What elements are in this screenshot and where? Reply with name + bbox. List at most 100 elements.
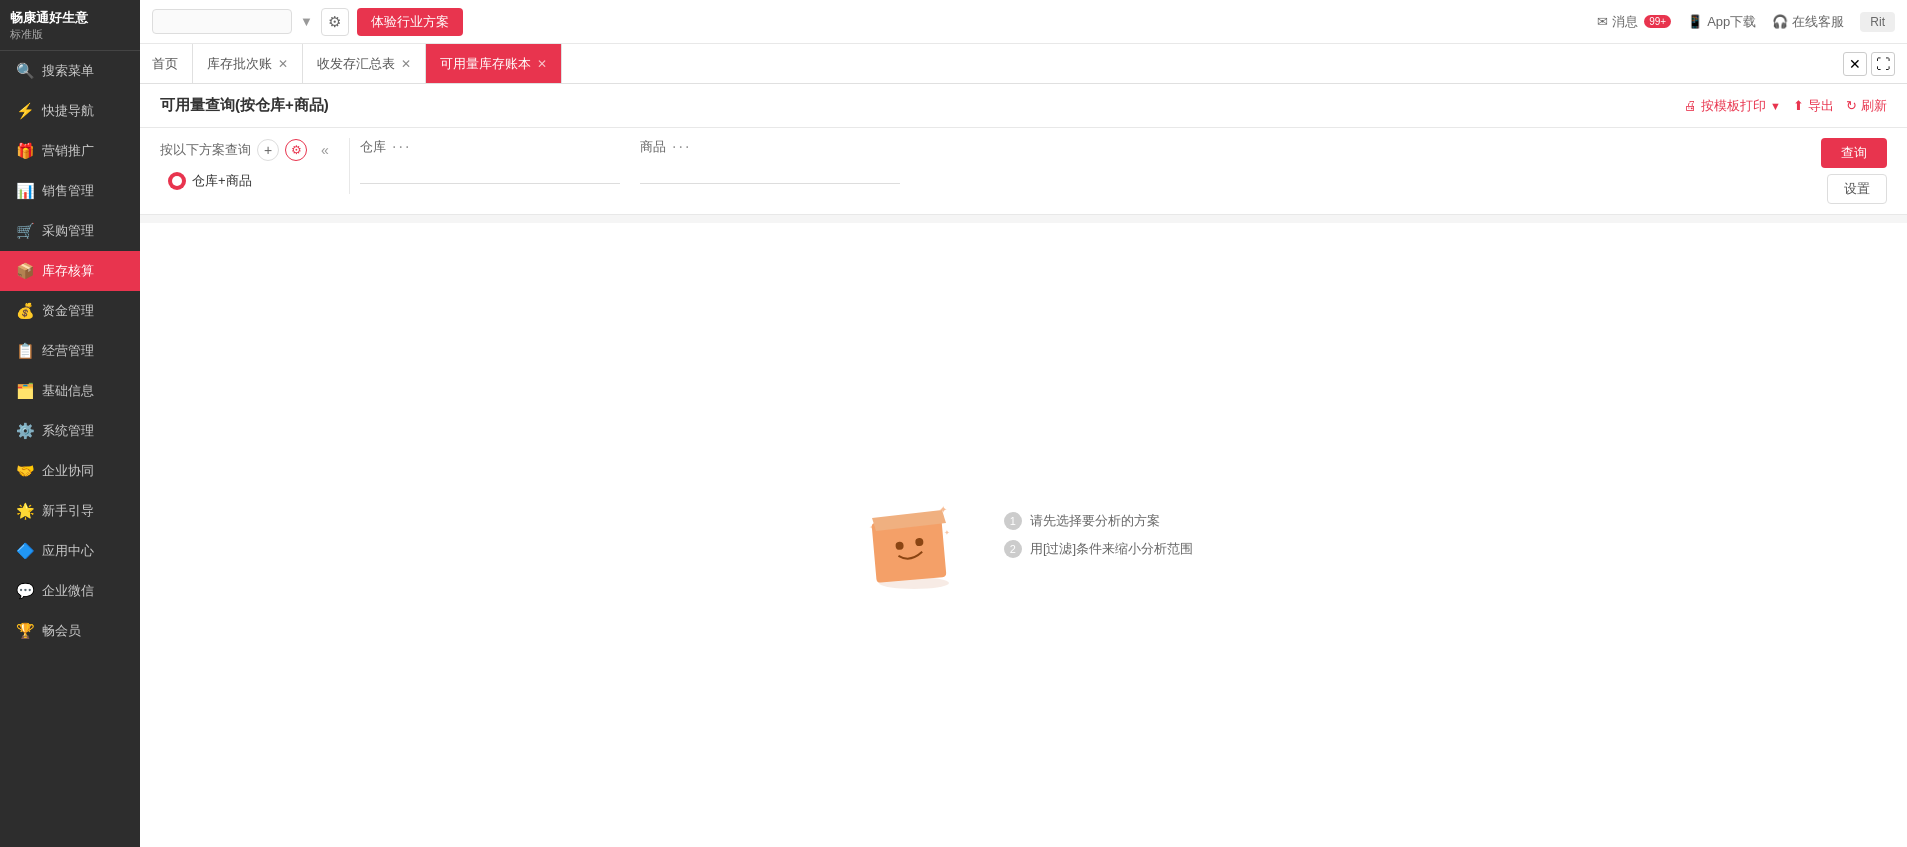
tabs-bar: 首页 库存批次账 ✕ 收发存汇总表 ✕ 可用量库存账本 ✕ ✕ ⛶ xyxy=(140,44,1907,84)
sidebar-item-search[interactable]: 🔍 搜索菜单 xyxy=(0,51,140,91)
tab-close-icon[interactable]: ✕ xyxy=(537,57,547,71)
app-download-btn[interactable]: 📱 App下载 xyxy=(1687,13,1756,31)
tab-label: 可用量库存账本 xyxy=(440,55,531,73)
hint-num-2: 2 xyxy=(1004,540,1022,558)
handshake-icon: 🤝 xyxy=(16,462,34,480)
sidebar-item-basic[interactable]: 🗂️ 基础信息 xyxy=(0,371,140,411)
printer-icon: 🖨 xyxy=(1684,98,1697,113)
star-icon: 🌟 xyxy=(16,502,34,520)
phone-icon: 📱 xyxy=(1687,14,1703,29)
tab-summary[interactable]: 收发存汇总表 ✕ xyxy=(303,44,426,83)
goods-col-header: 商品 ··· xyxy=(640,138,900,156)
filter-right-actions: 查询 设置 xyxy=(1821,138,1887,204)
sidebar-item-finance[interactable]: 💰 资金管理 xyxy=(0,291,140,331)
empty-hints: 1 请先选择要分析的方案 2 用[过滤]条件来缩小分析范围 xyxy=(1004,512,1193,558)
main-area: ▼ ⚙ 体验行业方案 ✉ 消息 99+ 📱 App下载 🎧 在线客服 Rit 首… xyxy=(140,0,1907,847)
scheme-settings-btn[interactable]: ⚙ xyxy=(285,139,307,161)
filter-schemes-panel: 按以下方案查询 + ⚙ « 仓库+商品 xyxy=(160,138,350,194)
sidebar-logo: 畅康通好生意 标准版 xyxy=(0,0,140,51)
sidebar-item-label: 基础信息 xyxy=(42,382,94,400)
folder-icon: 🗂️ xyxy=(16,382,34,400)
filter-settings-btn[interactable]: 设置 xyxy=(1827,174,1887,204)
sidebar-item-wechat[interactable]: 💬 企业微信 xyxy=(0,571,140,611)
message-label: 消息 xyxy=(1612,13,1638,31)
sidebar-item-label: 资金管理 xyxy=(42,302,94,320)
sidebar-item-member[interactable]: 🏆 畅会员 xyxy=(0,611,140,651)
export-icon: ⬆ xyxy=(1793,98,1804,113)
chevron-down-icon[interactable]: ▼ xyxy=(300,14,313,29)
add-scheme-btn[interactable]: + xyxy=(257,139,279,161)
tab-label: 库存批次账 xyxy=(207,55,272,73)
chevron-down-icon: ▼ xyxy=(1770,100,1781,112)
message-icon: ✉ xyxy=(1597,14,1608,29)
trophy-icon: 🏆 xyxy=(16,622,34,640)
industry-btn[interactable]: 体验行业方案 xyxy=(357,8,463,36)
warehouse-input[interactable] xyxy=(360,160,620,184)
search-input[interactable] xyxy=(152,9,292,34)
scheme-warehouse-goods[interactable]: 仓库+商品 xyxy=(160,168,337,194)
hint-text-2: 用[过滤]条件来缩小分析范围 xyxy=(1030,540,1193,558)
sidebar-item-marketing[interactable]: 🎁 营销推广 xyxy=(0,131,140,171)
empty-hint-2: 2 用[过滤]条件来缩小分析范围 xyxy=(1004,540,1193,558)
sidebar-item-system[interactable]: ⚙️ 系统管理 xyxy=(0,411,140,451)
warehouse-filter-col: 仓库 ··· xyxy=(360,138,620,184)
sidebar-item-onboard[interactable]: 🌟 新手引导 xyxy=(0,491,140,531)
expand-window-btn[interactable]: ⛶ xyxy=(1871,52,1895,76)
wechat-icon: 💬 xyxy=(16,582,34,600)
inventory-icon: 📦 xyxy=(16,262,34,280)
warehouse-label: 仓库 xyxy=(360,138,386,156)
brand-sub: 标准版 xyxy=(10,27,130,42)
page-header: 可用量查询(按仓库+商品) 🖨 按模板打印 ▼ ⬆ 导出 ↻ 刷新 xyxy=(140,84,1907,128)
sidebar-item-label: 应用中心 xyxy=(42,542,94,560)
app-download-label: App下载 xyxy=(1707,13,1756,31)
sidebar-item-purchase[interactable]: 🛒 采购管理 xyxy=(0,211,140,251)
gear-icon: ⚙️ xyxy=(16,422,34,440)
sidebar-item-label: 搜索菜单 xyxy=(42,62,94,80)
settings-topbar-btn[interactable]: ⚙ xyxy=(321,8,349,36)
tab-close-icon[interactable]: ✕ xyxy=(401,57,411,71)
goods-input[interactable] xyxy=(640,160,900,184)
sidebar-item-sales[interactable]: 📊 销售管理 xyxy=(0,171,140,211)
tab-close-icon[interactable]: ✕ xyxy=(278,57,288,71)
message-btn[interactable]: ✉ 消息 99+ xyxy=(1597,13,1671,31)
lightning-icon: ⚡ xyxy=(16,102,34,120)
user-menu[interactable]: Rit xyxy=(1860,12,1895,32)
collapse-btn[interactable]: « xyxy=(313,138,337,162)
tab-available[interactable]: 可用量库存账本 ✕ xyxy=(426,44,562,83)
empty-state: ✦ ✦ ✦ 1 请先选择要分析的方案 2 用[过滤]条件来缩小分析范围 xyxy=(140,223,1907,847)
empty-box-svg: ✦ ✦ ✦ xyxy=(854,475,974,595)
sidebar-item-operations[interactable]: 📋 经营管理 xyxy=(0,331,140,371)
brand-name: 畅康通好生意 xyxy=(10,10,130,27)
goods-label: 商品 xyxy=(640,138,666,156)
clipboard-icon: 📋 xyxy=(16,342,34,360)
online-service-label: 在线客服 xyxy=(1792,13,1844,31)
scheme-label: 仓库+商品 xyxy=(192,172,252,190)
sidebar-item-corp[interactable]: 🤝 企业协同 xyxy=(0,451,140,491)
sidebar-item-label: 新手引导 xyxy=(42,502,94,520)
sidebar-item-inventory[interactable]: 📦 库存核算 xyxy=(0,251,140,291)
chart-icon: 📊 xyxy=(16,182,34,200)
sidebar-item-label: 快捷导航 xyxy=(42,102,94,120)
close-window-btn[interactable]: ✕ xyxy=(1843,52,1867,76)
print-btn[interactable]: 🖨 按模板打印 ▼ xyxy=(1684,97,1781,115)
filter-scheme-header: 按以下方案查询 + ⚙ « xyxy=(160,138,337,162)
svg-point-0 xyxy=(172,176,182,186)
topbar-actions: ✉ 消息 99+ 📱 App下载 🎧 在线客服 Rit xyxy=(1597,12,1895,32)
online-service-btn[interactable]: 🎧 在线客服 xyxy=(1772,13,1844,31)
sidebar-item-appstore[interactable]: 🔷 应用中心 xyxy=(0,531,140,571)
warehouse-dots-btn[interactable]: ··· xyxy=(392,138,411,156)
gift-icon: 🎁 xyxy=(16,142,34,160)
export-btn[interactable]: ⬆ 导出 xyxy=(1793,97,1834,115)
export-label: 导出 xyxy=(1808,97,1834,115)
sidebar-item-label: 采购管理 xyxy=(42,222,94,240)
hint-num-1: 1 xyxy=(1004,512,1022,530)
warehouse-col-header: 仓库 ··· xyxy=(360,138,620,156)
query-btn[interactable]: 查询 xyxy=(1821,138,1887,168)
refresh-btn[interactable]: ↻ 刷新 xyxy=(1846,97,1887,115)
sidebar-item-shortcut[interactable]: ⚡ 快捷导航 xyxy=(0,91,140,131)
page-content: 可用量查询(按仓库+商品) 🖨 按模板打印 ▼ ⬆ 导出 ↻ 刷新 xyxy=(140,84,1907,847)
sidebar-item-label: 畅会员 xyxy=(42,622,81,640)
goods-dots-btn[interactable]: ··· xyxy=(672,138,691,156)
tab-home[interactable]: 首页 xyxy=(152,44,193,83)
tab-batch[interactable]: 库存批次账 ✕ xyxy=(193,44,303,83)
